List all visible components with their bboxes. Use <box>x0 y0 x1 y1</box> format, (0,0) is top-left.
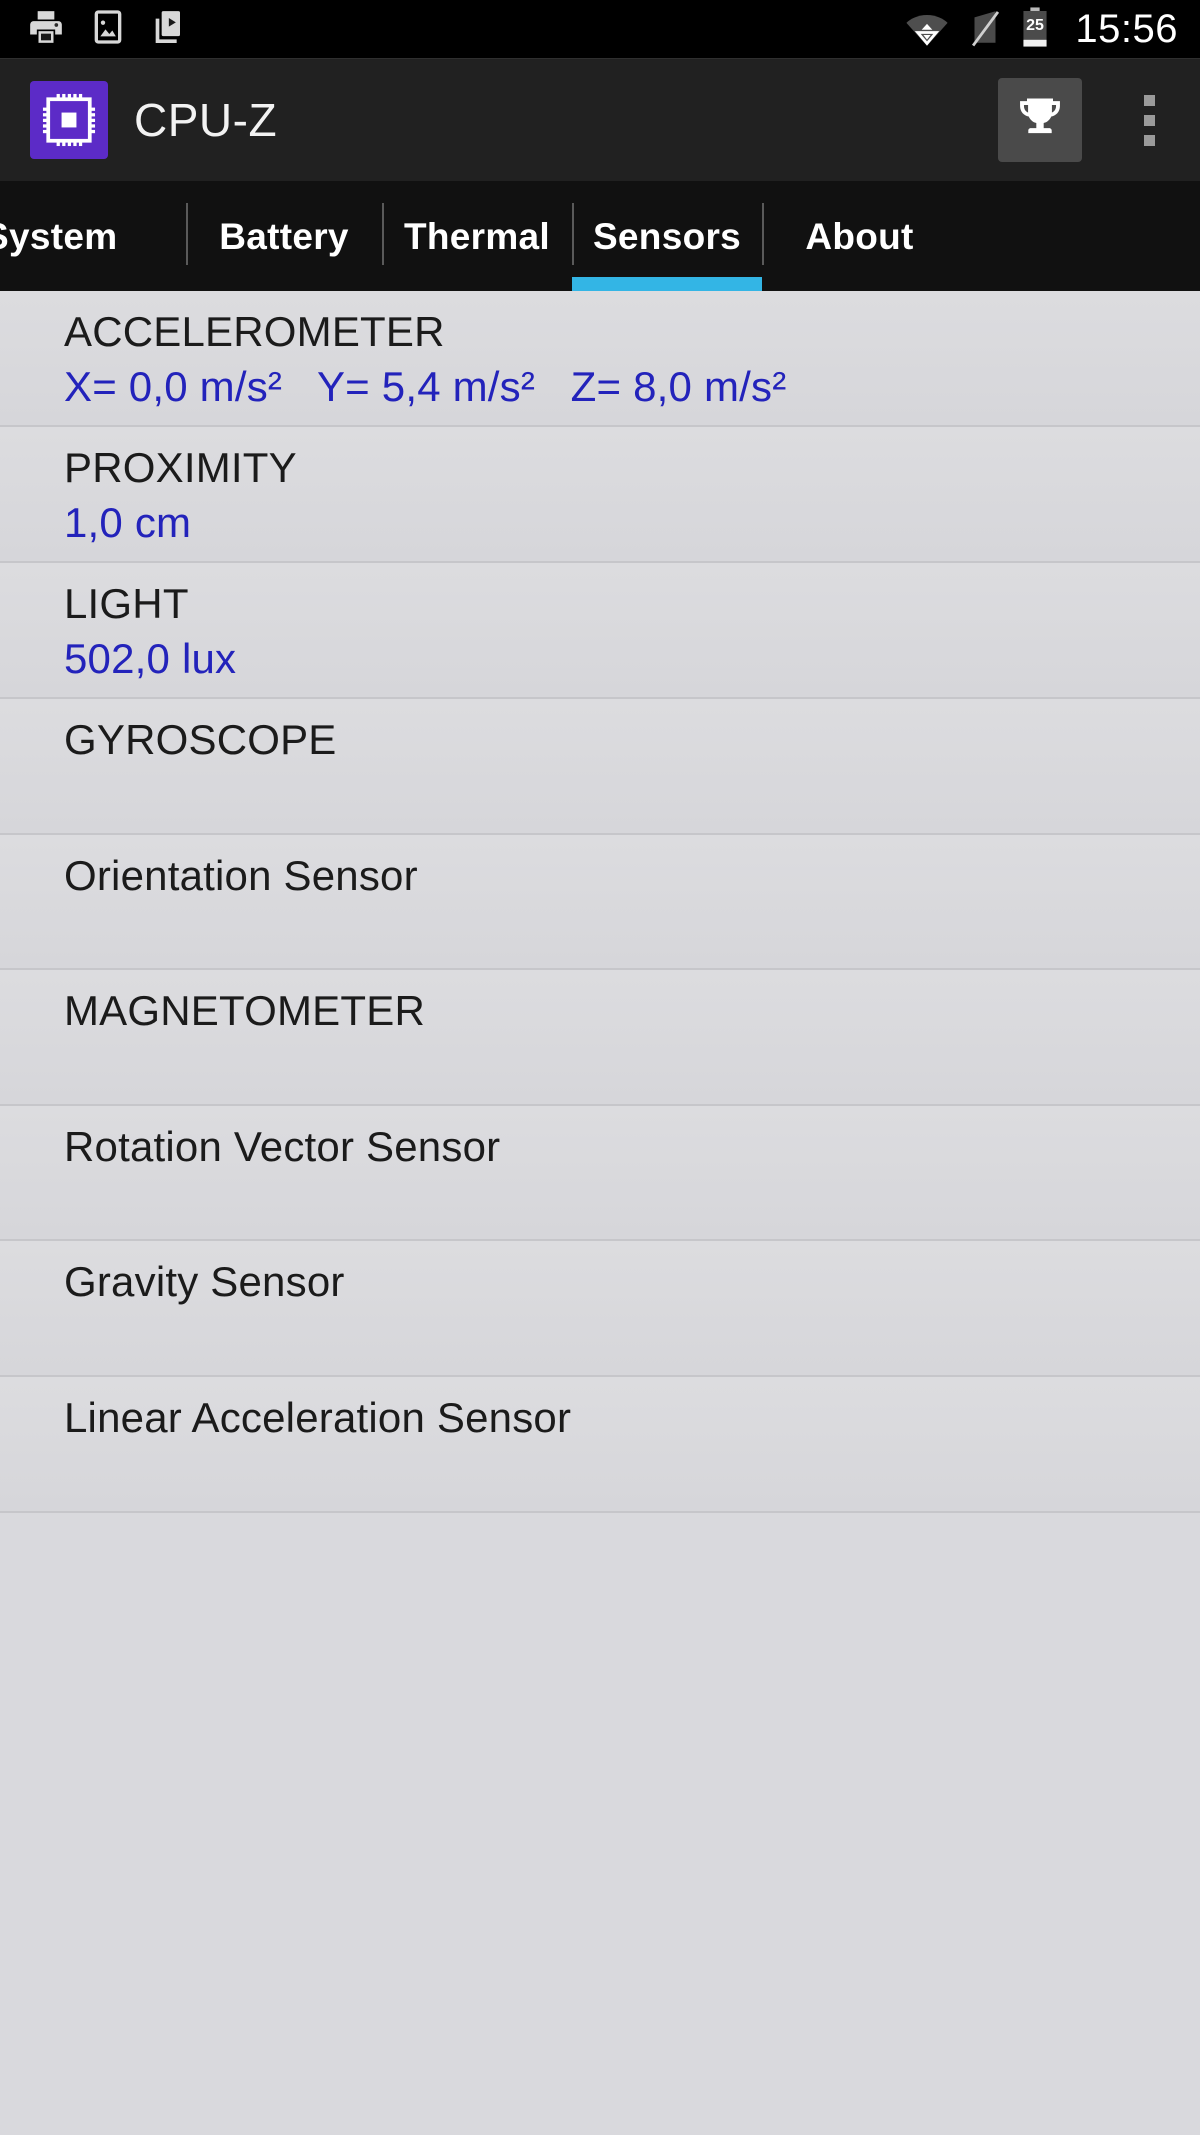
tab-sensors[interactable]: Sensors <box>572 181 762 291</box>
sensor-value <box>64 1176 1200 1225</box>
list-item[interactable]: Linear Acceleration Sensor <box>0 1377 1200 1513</box>
screenshot-image-icon <box>88 7 128 52</box>
tab-battery[interactable]: Battery <box>186 181 382 291</box>
tab-system-label: System <box>0 215 118 257</box>
sensor-name: GYROSCOPE <box>64 716 337 764</box>
list-item[interactable]: PROXIMITY 1,0 cm <box>0 427 1200 564</box>
app-bar-actions <box>998 78 1182 162</box>
trophy-icon <box>1014 92 1066 149</box>
overflow-menu-button[interactable] <box>1116 78 1182 162</box>
sensor-value <box>64 1041 1200 1090</box>
tab-thermal[interactable]: Thermal <box>382 181 572 291</box>
status-bar-right-icons: 25 15:56 <box>903 5 1178 54</box>
wifi-data-transfer-icon <box>903 6 951 53</box>
tab-sensors-label: Sensors <box>592 215 742 257</box>
list-item[interactable]: Gravity Sensor <box>0 1241 1200 1378</box>
printer-icon <box>26 7 66 52</box>
list-empty-area <box>0 1512 1200 2135</box>
list-item[interactable]: LIGHT 502,0 lux <box>0 563 1200 700</box>
svg-text:25: 25 <box>1026 16 1044 33</box>
sensor-name: Linear Acceleration Sensor <box>64 1394 572 1442</box>
sensor-name: LIGHT <box>64 580 189 628</box>
sensor-name: PROXIMITY <box>64 444 297 492</box>
list-item[interactable]: Orientation Sensor <box>0 834 1200 971</box>
sensor-name: Rotation Vector Sensor <box>64 1122 501 1170</box>
status-bar-clock: 15:56 <box>1075 7 1178 51</box>
cpu-z-logo <box>30 81 108 159</box>
sensor-value: 502,0 lux <box>64 634 237 682</box>
sensor-value <box>64 770 1200 819</box>
battery-icon: 25 <box>1019 5 1051 54</box>
list-item[interactable]: MAGNETOMETER <box>0 970 1200 1106</box>
sensor-value: 1,0 cm <box>64 498 192 546</box>
tab-system[interactable]: System <box>0 181 186 291</box>
tab-battery-label: Battery <box>219 215 349 257</box>
tab-bar[interactable]: System Battery Thermal Sensors About <box>0 181 1200 291</box>
sensor-value <box>64 1448 1200 1497</box>
trophy-button[interactable] <box>998 78 1082 162</box>
tab-about-label: About <box>805 215 914 257</box>
list-item[interactable]: Rotation Vector Sensor <box>0 1105 1200 1242</box>
no-sim-signal-icon <box>969 6 1001 53</box>
tab-about[interactable]: About <box>762 181 957 291</box>
sensor-name: MAGNETOMETER <box>64 987 425 1035</box>
tab-thermal-label: Thermal <box>403 215 551 257</box>
cast-media-icon <box>150 7 190 52</box>
phone-screen: 25 15:56 CPU-Z ystem Battery Thermal Sen… <box>0 0 1200 2135</box>
status-bar: 25 15:56 <box>0 0 1200 58</box>
list-item[interactable]: GYROSCOPE <box>0 699 1200 835</box>
tab-active-indicator <box>572 277 762 291</box>
app-bar: CPU-Z <box>0 58 1200 181</box>
sensor-list[interactable]: ACCELEROMETER X= 0,0 m/s² Y= 5,4 m/s² Z=… <box>0 291 1200 2135</box>
overflow-menu-icon <box>1143 94 1155 146</box>
sensor-value: X= 0,0 m/s² Y= 5,4 m/s² Z= 8,0 m/s² <box>64 362 787 410</box>
sensor-value <box>64 1312 1200 1361</box>
page-title: CPU-Z <box>134 94 278 146</box>
sensor-name: Orientation Sensor <box>64 851 418 899</box>
sensor-name: Gravity Sensor <box>64 1258 345 1306</box>
sensor-name: ACCELEROMETER <box>64 308 445 355</box>
status-bar-left-icons <box>26 7 190 52</box>
sensor-value <box>64 905 1200 954</box>
list-item[interactable]: ACCELEROMETER X= 0,0 m/s² Y= 5,4 m/s² Z=… <box>0 291 1200 428</box>
